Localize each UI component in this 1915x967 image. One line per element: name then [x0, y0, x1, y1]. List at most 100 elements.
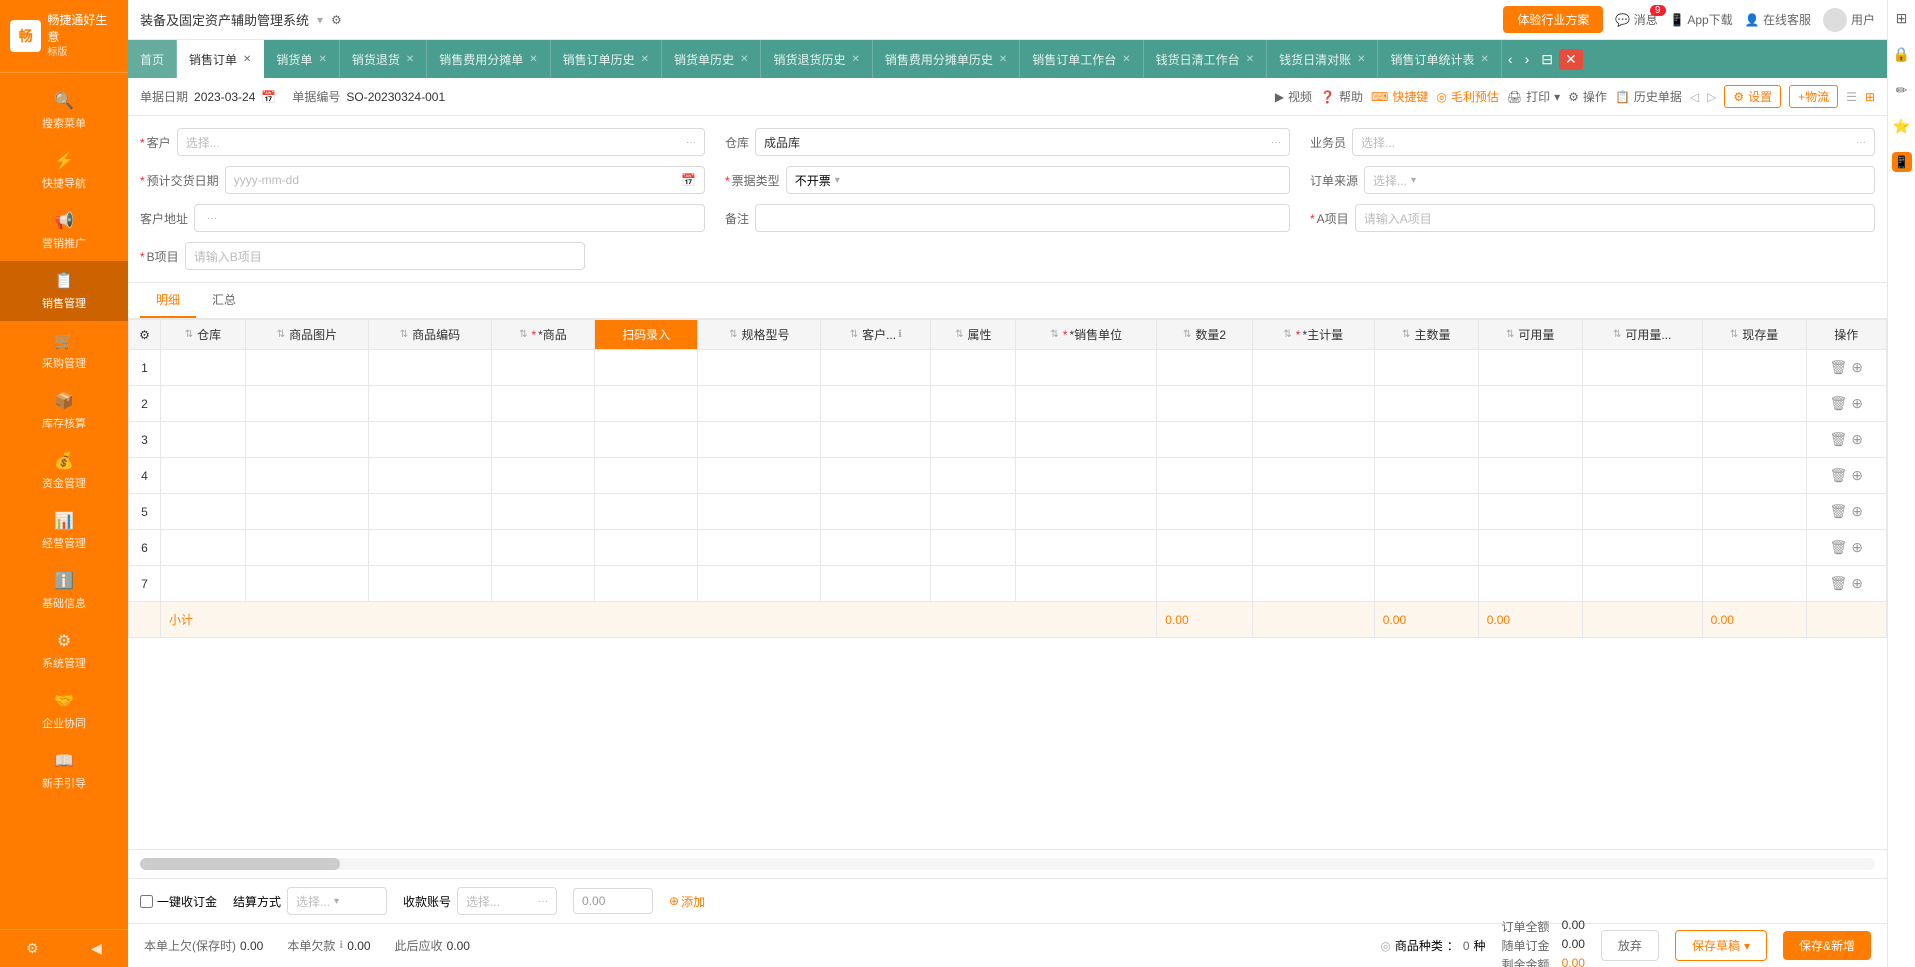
row-6-product-code[interactable]	[368, 530, 491, 566]
tab-next-button[interactable]: ›	[1519, 51, 1536, 67]
row-1-delete-btn[interactable]: 🗑	[1830, 359, 1848, 376]
row-4-main-unit[interactable]	[1252, 458, 1374, 494]
row-6-sales-unit[interactable]	[1016, 530, 1157, 566]
warehouse-input[interactable]: 成品库 ···	[755, 128, 1290, 156]
row-6-attribute[interactable]	[931, 530, 1016, 566]
row-5-main-qty[interactable]	[1374, 494, 1478, 530]
profit-btn[interactable]: ◎ 毛利预估	[1436, 88, 1499, 105]
customer-expand-icon[interactable]: ···	[686, 137, 696, 148]
tab-sales-order-close[interactable]: ✕	[243, 54, 251, 65]
account-input[interactable]: 选择... ···	[457, 887, 557, 915]
sidebar-item-marketing[interactable]: 📢 营销推广	[0, 201, 128, 261]
row-2-warehouse[interactable]	[161, 386, 246, 422]
row-3-spec[interactable]	[698, 422, 821, 458]
settings-panel-btn[interactable]: ⚙ 设置	[1724, 85, 1781, 108]
one-click-payment-input[interactable]	[140, 895, 153, 908]
remarks-input[interactable]	[755, 204, 1290, 232]
row-6-product[interactable]	[491, 530, 594, 566]
system-title-dropdown-icon[interactable]: ▾	[317, 13, 323, 27]
right-panel-edit-icon[interactable]: ✏	[1892, 80, 1912, 100]
salesperson-expand-icon[interactable]: ···	[1856, 137, 1866, 148]
discard-button[interactable]: 放弃	[1601, 930, 1659, 961]
tab-close-all-button[interactable]: ✕	[1559, 49, 1583, 70]
tab-sales-slip[interactable]: 销货单 ✕	[264, 40, 339, 78]
sidebar-item-system[interactable]: ⚙ 系统管理	[0, 621, 128, 681]
sidebar-item-inventory[interactable]: 📦 库存核算	[0, 381, 128, 441]
row-1-copy-btn[interactable]: ⊕	[1851, 359, 1863, 376]
row-3-quantity2[interactable]	[1157, 422, 1253, 458]
row-7-main-qty[interactable]	[1374, 566, 1478, 602]
a-project-input[interactable]: 请输入A项目	[1355, 204, 1875, 232]
operation-btn[interactable]: ⚙ 操作	[1568, 88, 1607, 105]
row-6-copy-btn[interactable]: ⊕	[1851, 539, 1863, 556]
row-3-attribute[interactable]	[931, 422, 1016, 458]
spec-sort-icon[interactable]: ⇅	[729, 329, 737, 340]
row-2-copy-btn[interactable]: ⊕	[1851, 395, 1863, 412]
row-7-delete-btn[interactable]: 🗑	[1830, 575, 1848, 592]
payment-amount-input[interactable]	[573, 888, 653, 914]
th-settings[interactable]: ⚙	[129, 320, 161, 350]
row-4-spec[interactable]	[698, 458, 821, 494]
warehouse-sort-icon[interactable]: ⇅	[185, 329, 193, 340]
product-code-sort-icon[interactable]: ⇅	[400, 329, 408, 340]
account-expand-icon[interactable]: ···	[538, 896, 548, 907]
solution-button[interactable]: 体验行业方案	[1503, 6, 1603, 33]
row-1-main-unit[interactable]	[1252, 350, 1374, 386]
row-3-product-code[interactable]	[368, 422, 491, 458]
row-6-spec[interactable]	[698, 530, 821, 566]
collapse-sidebar-icon[interactable]: ◀	[91, 940, 102, 957]
tab-summary[interactable]: 汇总	[196, 283, 252, 318]
print-dropdown-icon[interactable]: ▾	[1554, 90, 1560, 104]
available-qty-sort-icon[interactable]: ⇅	[1506, 329, 1514, 340]
row-2-product-code[interactable]	[368, 386, 491, 422]
method-select[interactable]: 选择... ▾	[287, 887, 387, 915]
invoice-type-select[interactable]: 不开票 ▾	[786, 166, 1290, 194]
scrollbar-thumb[interactable]	[140, 858, 340, 870]
row-6-main-unit[interactable]	[1252, 530, 1374, 566]
quantity2-sort-icon[interactable]: ⇅	[1183, 329, 1191, 340]
help-btn[interactable]: ❓ 帮助	[1320, 88, 1363, 105]
save-draft-dropdown-icon[interactable]: ▾	[1744, 939, 1750, 953]
row-6-product-image[interactable]	[245, 530, 368, 566]
row-5-product-image[interactable]	[245, 494, 368, 530]
row-7-copy-btn[interactable]: ⊕	[1851, 575, 1863, 592]
tab-home[interactable]: 首页	[128, 40, 177, 78]
row-3-customer-code[interactable]	[821, 422, 931, 458]
row-4-product-image[interactable]	[245, 458, 368, 494]
row-4-delete-btn[interactable]: 🗑	[1830, 467, 1848, 484]
tab-slip-history-close[interactable]: ✕	[740, 54, 748, 65]
tab-return-history[interactable]: 销货退货历史 ✕	[761, 40, 872, 78]
row-5-quantity2[interactable]	[1157, 494, 1253, 530]
row-4-customer-code[interactable]	[821, 458, 931, 494]
notification-badge[interactable]: 💬 9 消息	[1615, 11, 1657, 28]
row-1-product-image[interactable]	[245, 350, 368, 386]
row-2-delete-btn[interactable]: 🗑	[1830, 395, 1848, 412]
row-6-quantity2[interactable]	[1157, 530, 1253, 566]
row-7-attribute[interactable]	[931, 566, 1016, 602]
row-2-quantity2[interactable]	[1157, 386, 1253, 422]
sidebar-item-basics[interactable]: ℹ️ 基础信息	[0, 561, 128, 621]
row-2-product-image[interactable]	[245, 386, 368, 422]
row-4-product-code[interactable]	[368, 458, 491, 494]
row-1-product-code[interactable]	[368, 350, 491, 386]
product-sort-icon[interactable]: ⇅	[519, 329, 527, 340]
customer-input[interactable]: 选择... ···	[177, 128, 705, 156]
tab-order-history[interactable]: 销售订单历史 ✕	[551, 40, 662, 78]
row-4-attribute[interactable]	[931, 458, 1016, 494]
row-2-main-unit[interactable]	[1252, 386, 1374, 422]
row-5-sales-unit[interactable]	[1016, 494, 1157, 530]
row-5-copy-btn[interactable]: ⊕	[1851, 503, 1863, 520]
row-2-spec[interactable]	[698, 386, 821, 422]
address-expand-icon[interactable]: ···	[207, 213, 217, 224]
row-2-customer-code[interactable]	[821, 386, 931, 422]
salesperson-input[interactable]: 选择... ···	[1352, 128, 1875, 156]
print-btn[interactable]: 🖨 打印 ▾	[1507, 88, 1560, 105]
row-5-product[interactable]	[491, 494, 594, 530]
row-1-customer-code[interactable]	[821, 350, 931, 386]
row-7-product-code[interactable]	[368, 566, 491, 602]
row-4-warehouse[interactable]	[161, 458, 246, 494]
tab-daily-reconcile[interactable]: 钱货日清对账 ✕	[1267, 40, 1378, 78]
row-4-product[interactable]	[491, 458, 594, 494]
tab-daily-workbench-close[interactable]: ✕	[1246, 54, 1254, 65]
row-7-quantity2[interactable]	[1157, 566, 1253, 602]
